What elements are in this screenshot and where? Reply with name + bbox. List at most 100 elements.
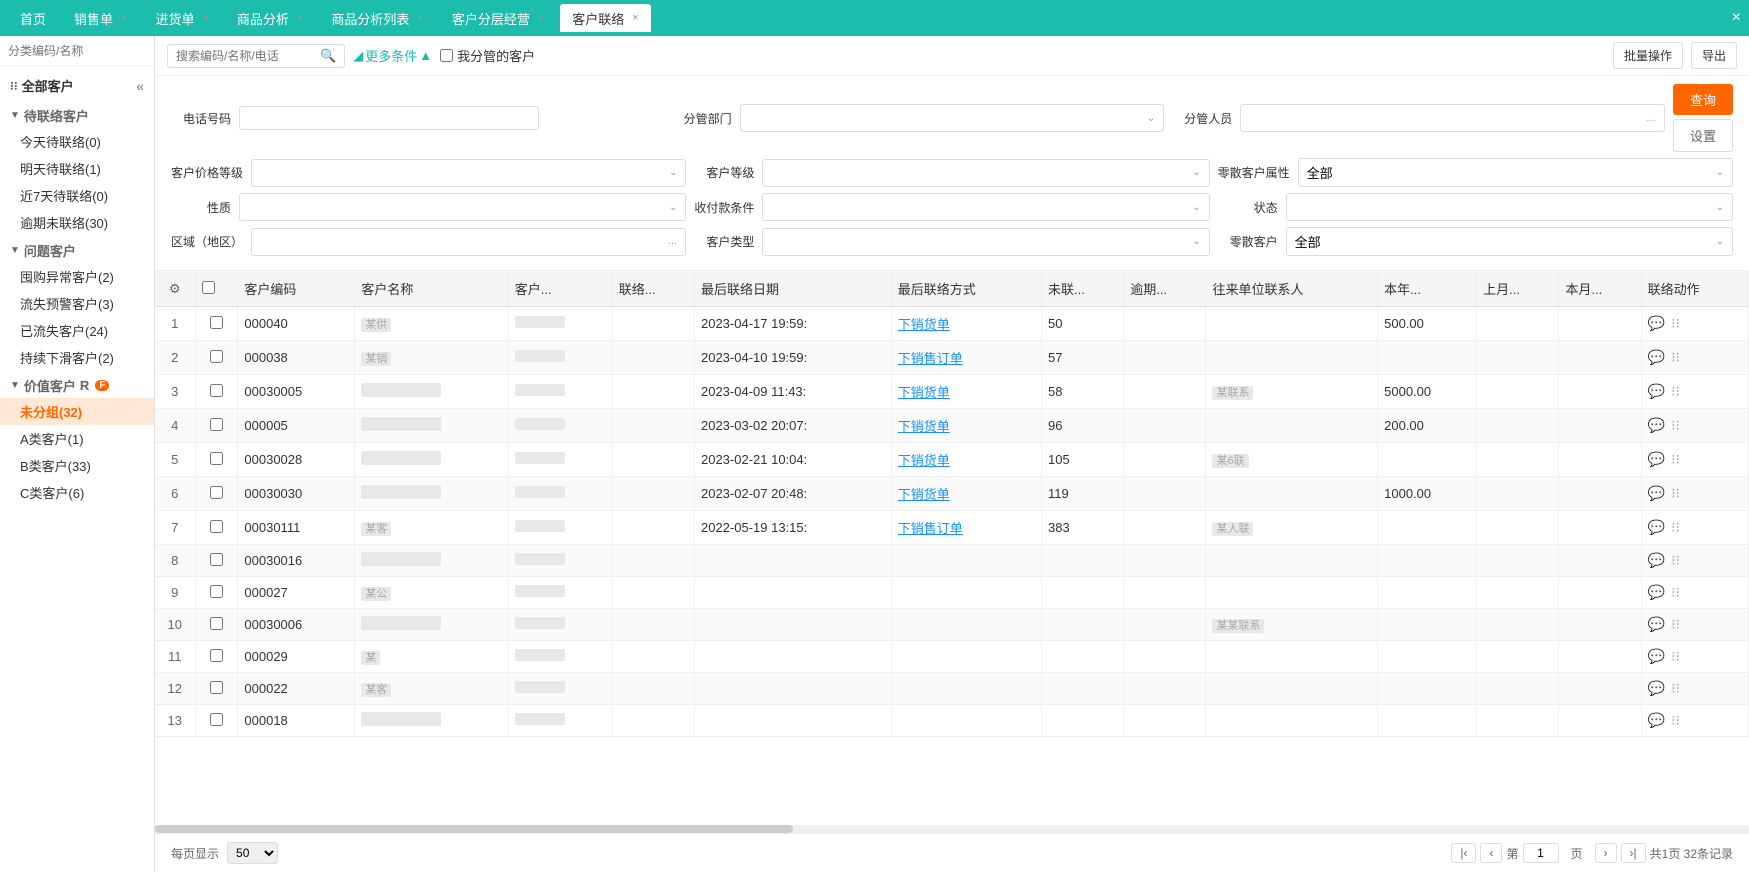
row-checkbox[interactable]	[195, 443, 238, 477]
sidebar-item-abnormal[interactable]: 囤购异常客户(2)	[0, 263, 154, 290]
chat-icon[interactable]: 💬	[1648, 616, 1665, 633]
grid-action-icon[interactable]: ⁝⁝	[1671, 451, 1680, 468]
tab-customer-segment[interactable]: 客户分层经营 ×	[440, 4, 556, 32]
scrollbar-thumb[interactable]	[155, 825, 793, 833]
window-close-icon[interactable]: ×	[1732, 9, 1741, 27]
batch-operation-button[interactable]: 批量操作	[1613, 42, 1683, 69]
chat-icon[interactable]: 💬	[1648, 584, 1665, 601]
grid-action-icon[interactable]: ⁝⁝	[1671, 417, 1680, 434]
row-checkbox[interactable]	[195, 577, 238, 609]
sidebar-search-input[interactable]	[8, 44, 155, 58]
region-select[interactable]: …	[251, 228, 686, 256]
chat-icon[interactable]: 💬	[1648, 417, 1665, 434]
export-button[interactable]: 导出	[1691, 42, 1737, 69]
retail-attr-label: 零散客户属性	[1218, 164, 1290, 181]
close-icon[interactable]: ×	[417, 12, 423, 24]
close-icon[interactable]: ×	[202, 12, 208, 24]
chat-icon[interactable]: 💬	[1648, 315, 1665, 332]
tab-sales[interactable]: 销售单 ×	[62, 4, 139, 32]
retail-select[interactable]: 全部 ⌄	[1286, 227, 1733, 256]
phone-input[interactable]	[239, 106, 539, 130]
sidebar-item-b-class[interactable]: B类客户(33)	[0, 452, 154, 479]
retail-attr-select[interactable]: 全部 ⌄	[1298, 158, 1733, 187]
search-icon[interactable]: 🔍	[320, 48, 336, 64]
cust-type-select[interactable]: ⌄	[762, 228, 1209, 256]
query-button[interactable]: 查询	[1673, 84, 1733, 115]
grid-action-icon[interactable]: ⁝⁝	[1671, 712, 1680, 729]
payment-select[interactable]: ⌄	[762, 193, 1209, 221]
next-page-button[interactable]: ›	[1595, 843, 1617, 863]
row-checkbox[interactable]	[195, 673, 238, 705]
grid-action-icon[interactable]: ⁝⁝	[1671, 349, 1680, 366]
grid-action-icon[interactable]: ⁝⁝	[1671, 383, 1680, 400]
my-customers-checkbox[interactable]	[440, 49, 453, 62]
grid-action-icon[interactable]: ⁝⁝	[1671, 616, 1680, 633]
tab-home[interactable]: 首页	[8, 4, 58, 32]
select-all-checkbox[interactable]	[202, 281, 215, 294]
grid-action-icon[interactable]: ⁝⁝	[1671, 648, 1680, 665]
nature-select[interactable]: ⌄	[239, 193, 686, 221]
page-number-input[interactable]	[1523, 843, 1559, 863]
chat-icon[interactable]: 💬	[1648, 485, 1665, 502]
sidebar-item-tomorrow[interactable]: 明天待联络(1)	[0, 155, 154, 182]
row-checkbox[interactable]	[195, 375, 238, 409]
dept-select[interactable]: ⌄	[740, 104, 1165, 132]
row-checkbox[interactable]	[195, 545, 238, 577]
tab-purchase[interactable]: 进货单 ×	[143, 4, 220, 32]
manager-select[interactable]: …	[1240, 104, 1665, 132]
sidebar-item-declining[interactable]: 持续下滑客户(2)	[0, 344, 154, 371]
status-select[interactable]: ⌄	[1286, 193, 1733, 221]
row-checkbox[interactable]	[195, 511, 238, 545]
grid-action-icon[interactable]: ⁝⁝	[1671, 519, 1680, 536]
grid-action-icon[interactable]: ⁝⁝	[1671, 680, 1680, 697]
page-size-select[interactable]: 50 20 100	[227, 842, 278, 864]
grid-action-icon[interactable]: ⁝⁝	[1671, 485, 1680, 502]
row-checkbox[interactable]	[195, 705, 238, 737]
sidebar-item-a-class[interactable]: A类客户(1)	[0, 425, 154, 452]
sidebar-item-today[interactable]: 今天待联络(0)	[0, 128, 154, 155]
row-checkbox[interactable]	[195, 341, 238, 375]
chat-icon[interactable]: 💬	[1648, 383, 1665, 400]
horizontal-scrollbar[interactable]	[155, 825, 1749, 833]
sidebar-item-churned[interactable]: 已流失客户(24)	[0, 317, 154, 344]
search-input[interactable]	[176, 49, 316, 63]
chat-icon[interactable]: 💬	[1648, 451, 1665, 468]
tab-customer-contact[interactable]: 客户联络 ×	[560, 4, 650, 32]
tab-analysis[interactable]: 商品分析 ×	[225, 4, 315, 32]
row-checkbox[interactable]	[195, 641, 238, 673]
row-checkbox[interactable]	[195, 307, 238, 341]
row-checkbox[interactable]	[195, 477, 238, 511]
chat-icon[interactable]: 💬	[1648, 712, 1665, 729]
grid-action-icon[interactable]: ⁝⁝	[1671, 552, 1680, 569]
gear-icon[interactable]: ⚙	[161, 281, 189, 297]
row-checkbox[interactable]	[195, 409, 238, 443]
chat-icon[interactable]: 💬	[1648, 648, 1665, 665]
filter-more-button[interactable]: ◢ 更多条件 ▲	[353, 46, 432, 65]
sidebar-item-churn-warning[interactable]: 流失预警客户(3)	[0, 290, 154, 317]
cust-level-select[interactable]: ⌄	[762, 159, 1209, 187]
close-icon[interactable]: ×	[121, 12, 127, 24]
sidebar-item-7days[interactable]: 近7天待联络(0)	[0, 182, 154, 209]
sidebar-item-overdue[interactable]: 逾期未联络(30)	[0, 209, 154, 236]
filter-my-customers[interactable]: 我分管的客户	[440, 46, 535, 65]
tab-analysis-list[interactable]: 商品分析列表 ×	[319, 4, 435, 32]
prev-page-button[interactable]: ‹	[1480, 843, 1502, 863]
first-page-button[interactable]: |‹	[1451, 843, 1476, 863]
sidebar-item-c-class[interactable]: C类客户(6)	[0, 479, 154, 506]
last-page-button[interactable]: ›|	[1621, 843, 1646, 863]
grid-action-icon[interactable]: ⁝⁝	[1671, 315, 1680, 332]
price-level-select[interactable]: ⌄	[251, 159, 686, 187]
close-icon[interactable]: ×	[297, 12, 303, 24]
close-icon[interactable]: ×	[632, 12, 638, 24]
sidebar-all-customers[interactable]: ⁝⁝ 全部客户 «	[0, 70, 154, 101]
chat-icon[interactable]: 💬	[1648, 349, 1665, 366]
sidebar-item-ungroup[interactable]: 未分组(32)	[0, 398, 154, 425]
chat-icon[interactable]: 💬	[1648, 680, 1665, 697]
row-checkbox[interactable]	[195, 609, 238, 641]
close-icon[interactable]: ×	[538, 12, 544, 24]
chat-icon[interactable]: 💬	[1648, 519, 1665, 536]
grid-action-icon[interactable]: ⁝⁝	[1671, 584, 1680, 601]
chat-icon[interactable]: 💬	[1648, 552, 1665, 569]
reset-button[interactable]: 设置	[1673, 119, 1733, 152]
collapse-icon[interactable]: «	[136, 78, 144, 94]
